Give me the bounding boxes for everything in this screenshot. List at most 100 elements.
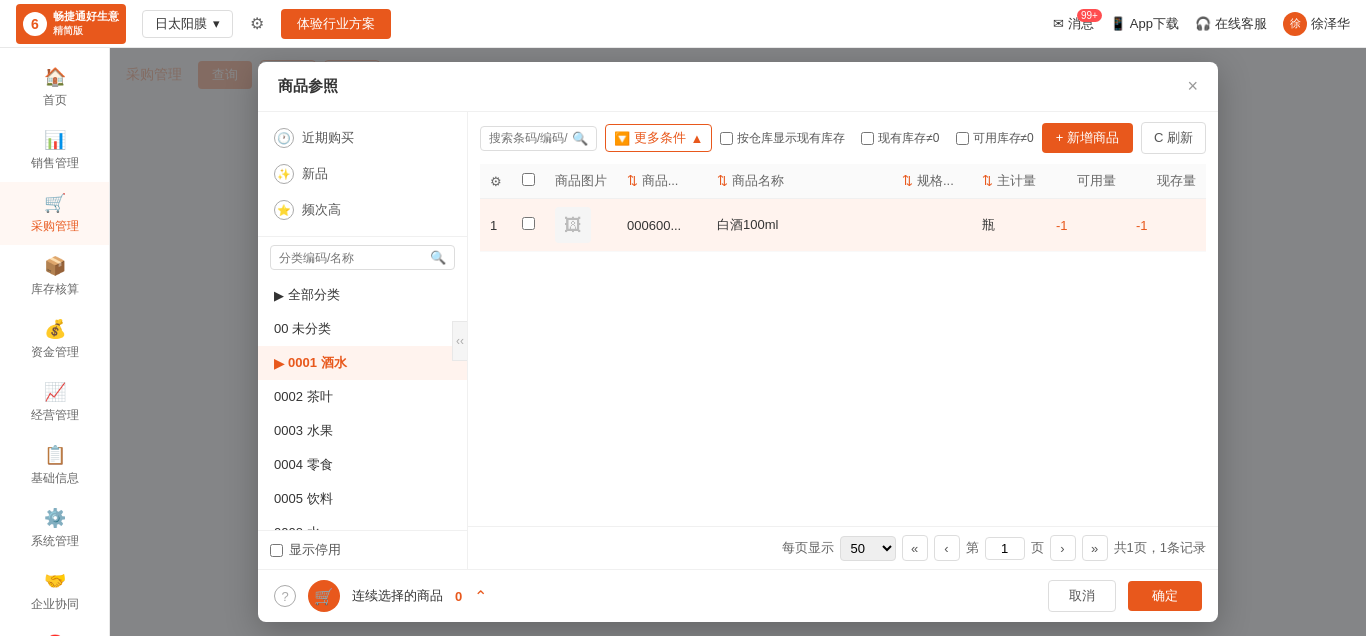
category-0005[interactable]: 0005 饮料: [258, 482, 467, 516]
modal-bottom-bar: ? 🛒 连续选择的商品 0 ⌃ 取消 确定: [258, 569, 1218, 622]
check-usable-text: 可用库存≠0: [973, 130, 1034, 147]
row-checkbox[interactable]: [522, 217, 535, 230]
category-0003[interactable]: 0003 水果: [258, 414, 467, 448]
th-unit[interactable]: ⇅ 主计量: [972, 164, 1046, 199]
category-0002[interactable]: 0002 茶叶: [258, 380, 467, 414]
recent-purchase-icon: 🕐: [274, 128, 294, 148]
refresh-button[interactable]: C 刷新: [1141, 122, 1206, 154]
product-search-icon[interactable]: 🔍: [572, 131, 588, 146]
table-row[interactable]: 1 🖼 000600... 白酒100ml 瓶: [480, 199, 1206, 252]
category-0008[interactable]: 0008 水: [258, 516, 467, 530]
th-name[interactable]: ⇅ 商品名称: [707, 164, 892, 199]
check-warehouse-label[interactable]: 按仓库显示现有库存: [720, 130, 845, 147]
tab-high-frequency[interactable]: ⭐ 频次高: [258, 192, 467, 228]
th-spec[interactable]: ⇅ 规格...: [892, 164, 972, 199]
username-label: 徐泽华: [1311, 15, 1350, 33]
th-available[interactable]: 可用量: [1046, 164, 1126, 199]
category-search-box: 🔍: [270, 245, 455, 270]
sidebar-label-operations: 经营管理: [31, 407, 79, 424]
show-disabled-checkbox[interactable]: [270, 544, 283, 557]
sidebar-item-operations[interactable]: 📈 经营管理: [0, 371, 109, 434]
th-code[interactable]: ⇅ 商品...: [617, 164, 707, 199]
category-all[interactable]: ▶ 全部分类: [258, 278, 467, 312]
name-sort-icon: ⇅: [717, 173, 728, 188]
category-search-icon[interactable]: 🔍: [430, 250, 446, 265]
sidebar-item-home[interactable]: 🏠 首页: [0, 56, 109, 119]
user-menu[interactable]: 徐 徐泽华: [1283, 12, 1350, 36]
check-usable-label[interactable]: 可用库存≠0: [956, 130, 1034, 147]
check-warehouse-input[interactable]: [720, 132, 733, 145]
last-page-button[interactable]: »: [1082, 535, 1108, 561]
customer-service-label: 在线客服: [1215, 15, 1267, 33]
first-page-button[interactable]: «: [902, 535, 928, 561]
collapse-selection-button[interactable]: ⌃: [474, 587, 487, 606]
add-product-button[interactable]: + 新增商品: [1042, 123, 1133, 153]
quick-tabs: 🕐 近期购买 ✨ 新品 ⭐ 频次高: [258, 112, 467, 237]
sidebar-item-enterprise[interactable]: 🤝 企业协同: [0, 560, 109, 623]
select-all-checkbox[interactable]: [522, 173, 535, 186]
per-page-select[interactable]: 20 50 100: [840, 536, 896, 561]
message-icon: ✉: [1053, 16, 1064, 31]
messages-button[interactable]: ✉ 消息 99+: [1053, 15, 1094, 33]
product-table: ⚙ 商品图片 ⇅ 商品...: [480, 164, 1206, 252]
th-image[interactable]: 商品图片: [545, 164, 617, 199]
category-0004[interactable]: 0004 零食: [258, 448, 467, 482]
table-header: ⚙ 商品图片 ⇅ 商品...: [480, 164, 1206, 199]
category-0003-label: 0003 水果: [274, 422, 333, 440]
page-input[interactable]: [985, 537, 1025, 560]
recent-purchase-label: 近期购买: [302, 129, 354, 147]
confirm-button[interactable]: 确定: [1128, 581, 1202, 611]
help-button[interactable]: ?: [274, 585, 296, 607]
category-0005-label: 0005 饮料: [274, 490, 333, 508]
check-available-text: 现有库存≠0: [878, 130, 939, 147]
th-settings[interactable]: ⚙: [480, 164, 512, 199]
category-list: ▶ 全部分类 00 未分类 ▶ 0001 酒水 0002 茶: [258, 278, 467, 530]
settings-icon[interactable]: ⚙: [241, 8, 273, 40]
sidebar-item-inventory[interactable]: 📦 库存核算: [0, 245, 109, 308]
product-search-wrap: 🔍: [480, 126, 597, 151]
messages-badge: 99+: [1077, 9, 1102, 22]
collapse-left-panel-button[interactable]: ‹‹: [452, 321, 468, 361]
sidebar-item-system[interactable]: ⚙️ 系统管理: [0, 497, 109, 560]
sidebar-label-basic-info: 基础信息: [31, 470, 79, 487]
navbar: 6 畅捷通好生意 精简版 日太阳膜 ▾ ⚙ 体验行业方案 ✉ 消息 99+ 📱 …: [0, 0, 1366, 48]
product-search-input[interactable]: [489, 131, 568, 145]
app-download-button[interactable]: 📱 App下载: [1110, 15, 1179, 33]
more-filter-button[interactable]: 🔽 更多条件 ▲: [605, 124, 712, 152]
category-00[interactable]: 00 未分类: [258, 312, 467, 346]
next-page-button[interactable]: ›: [1050, 535, 1076, 561]
cancel-button[interactable]: 取消: [1048, 580, 1116, 612]
navbar-right: ✉ 消息 99+ 📱 App下载 🎧 在线客服 徐 徐泽华: [1053, 12, 1350, 36]
check-available-label[interactable]: 现有库存≠0: [861, 130, 939, 147]
row-spec-cell: [892, 199, 972, 252]
sidebar-item-sales[interactable]: 📊 销售管理: [0, 119, 109, 182]
sidebar-item-basic-info[interactable]: 📋 基础信息: [0, 434, 109, 497]
avatar-icon: 徐: [1283, 12, 1307, 36]
store-selector[interactable]: 日太阳膜 ▾: [142, 10, 233, 38]
prev-page-button[interactable]: ‹: [934, 535, 960, 561]
row-index: 1: [480, 199, 512, 252]
logo-icon: 6: [23, 12, 47, 36]
sidebar-item-purchase[interactable]: 🛒 采购管理: [0, 182, 109, 245]
tab-new-products[interactable]: ✨ 新品: [258, 156, 467, 192]
sidebar-item-guide[interactable]: 🎯 新手引导: [0, 623, 109, 636]
modal-overlay: 商品参照 × 🕐 近期购买 ✨: [110, 48, 1366, 636]
purchase-icon: 🛒: [44, 192, 66, 214]
cart-button[interactable]: 🛒: [308, 580, 340, 612]
filter-label: 更多条件: [634, 129, 686, 147]
category-0001[interactable]: ▶ 0001 酒水: [258, 346, 467, 380]
category-search-input[interactable]: [279, 251, 424, 265]
sales-icon: 📊: [44, 129, 66, 151]
customer-service-button[interactable]: 🎧 在线客服: [1195, 15, 1267, 33]
tab-recent-purchase[interactable]: 🕐 近期购买: [258, 120, 467, 156]
cta-button[interactable]: 体验行业方案: [281, 9, 391, 39]
check-usable-input[interactable]: [956, 132, 969, 145]
th-stock[interactable]: 现存量: [1126, 164, 1206, 199]
row-checkbox-cell[interactable]: [512, 199, 545, 252]
modal-close-button[interactable]: ×: [1187, 76, 1198, 97]
th-checkbox[interactable]: [512, 164, 545, 199]
app-logo: 6 畅捷通好生意 精简版: [16, 4, 126, 44]
check-available-input[interactable]: [861, 132, 874, 145]
category-all-arrow: ▶: [274, 288, 284, 303]
sidebar-item-finance[interactable]: 💰 资金管理: [0, 308, 109, 371]
